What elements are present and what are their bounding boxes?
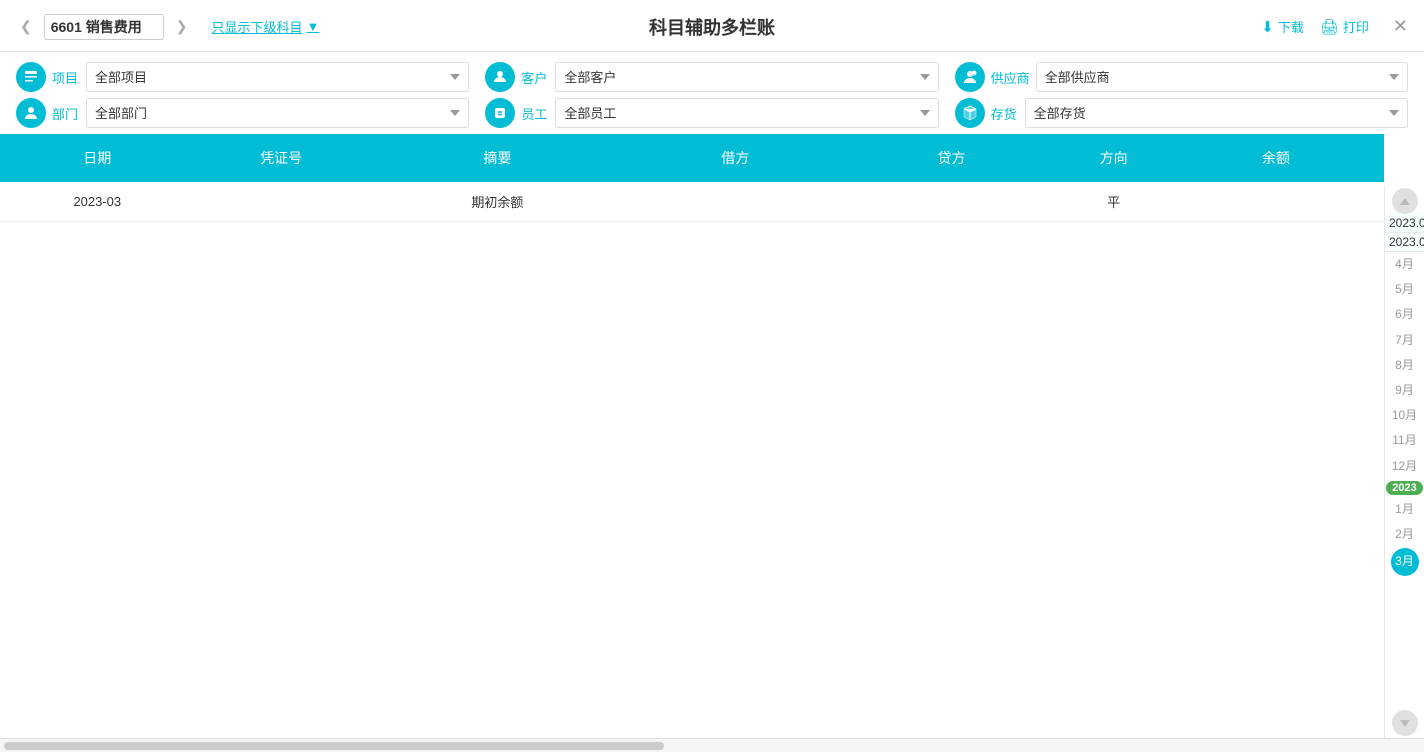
cell-credit: [843, 182, 1059, 222]
next-arrow[interactable]: ❯: [172, 16, 192, 37]
prev-arrow[interactable]: ❮: [16, 16, 36, 37]
show-sub-arrow: ▼: [306, 19, 319, 34]
sidebar-month-9[interactable]: 9月: [1385, 378, 1424, 403]
show-sub-label: 只显示下级科目: [211, 17, 302, 36]
cell-debit: [627, 182, 843, 222]
customer-label: 客户: [521, 68, 549, 87]
customer-select[interactable]: 全部客户: [555, 62, 938, 92]
col-header-balance: 余额: [1168, 134, 1384, 182]
department-select[interactable]: 全部部门: [86, 98, 469, 128]
filter-item-employee: 员工 全部员工: [485, 98, 938, 128]
title-bar-right: ⬇ 下载 🖨 打印 ✕: [1261, 16, 1408, 37]
project-icon: [16, 62, 46, 92]
download-button[interactable]: ⬇ 下载: [1261, 17, 1304, 36]
customer-icon: [485, 62, 515, 92]
department-label: 部门: [52, 104, 80, 123]
table-row[interactable]: 2023-03 期初余额 平: [0, 182, 1384, 222]
page-title: 科目辅助多栏账: [649, 14, 775, 40]
inventory-select[interactable]: 全部存货: [1025, 98, 1408, 128]
sidebar-month-8[interactable]: 8月: [1385, 353, 1424, 378]
cell-date: 2023-03: [0, 182, 195, 222]
print-label: 打印: [1343, 17, 1369, 36]
sidebar-up-arrow[interactable]: [1392, 188, 1418, 214]
year-badge: 2023: [1386, 481, 1422, 495]
inventory-label: 存货: [991, 104, 1019, 123]
sidebar-month-10[interactable]: 10月: [1385, 403, 1424, 428]
table-header-row: 日期 凭证号 摘要 借方 贷方 方向 余额: [0, 134, 1384, 182]
filter-item-project: 项目 全部项目: [16, 62, 469, 92]
account-code: 6601 销售费用: [44, 14, 164, 40]
cell-summary: 期初余额: [368, 182, 628, 222]
show-sub-toggle[interactable]: 只显示下级科目 ▼: [211, 17, 319, 36]
inventory-icon: [955, 98, 985, 128]
sidebar-month-1[interactable]: 1月: [1385, 497, 1424, 522]
filter-row-1: 项目 全部项目 客户 全部客户 + 供应商: [16, 62, 1408, 92]
horizontal-scrollbar[interactable]: [0, 738, 1424, 752]
filter-item-department: 部门 全部部门: [16, 98, 469, 128]
print-button[interactable]: 🖨 打印: [1320, 17, 1369, 36]
filter-item-customer: 客户 全部客户: [485, 62, 938, 92]
cell-direction: 平: [1060, 182, 1168, 222]
supplier-label: 供应商: [991, 68, 1030, 87]
department-icon: [16, 98, 46, 128]
col-header-voucher: 凭证号: [195, 134, 368, 182]
project-select[interactable]: 全部项目: [86, 62, 469, 92]
table-container[interactable]: 日期 凭证号 摘要 借方 贷方 方向 余额 2023-03 期初余额: [0, 134, 1384, 738]
filter-area: 项目 全部项目 客户 全部客户 + 供应商: [0, 52, 1424, 134]
ledger-table: 日期 凭证号 摘要 借方 贷方 方向 余额 2023-03 期初余额: [0, 134, 1384, 222]
scrollbar-thumb[interactable]: [4, 742, 664, 750]
filter-item-supplier: + 供应商 全部供应商: [955, 62, 1408, 92]
sidebar-month-3-active[interactable]: 3月: [1391, 548, 1419, 576]
sidebar-month-4[interactable]: 4月: [1385, 252, 1424, 277]
supplier-icon: +: [955, 62, 985, 92]
period-header-2[interactable]: 2023.03: [1385, 233, 1424, 252]
main-window: ❮ 6601 销售费用 ❯ 只显示下级科目 ▼ 科目辅助多栏账 ⬇ 下载 🖨 打…: [0, 0, 1424, 752]
title-bar-left: ❮ 6601 销售费用 ❯ 只显示下级科目 ▼: [16, 14, 319, 40]
download-icon: ⬇: [1261, 18, 1274, 36]
project-label: 项目: [52, 68, 80, 87]
col-header-direction: 方向: [1060, 134, 1168, 182]
title-bar: ❮ 6601 销售费用 ❯ 只显示下级科目 ▼ 科目辅助多栏账 ⬇ 下载 🖨 打…: [0, 0, 1424, 52]
cell-voucher: [195, 182, 368, 222]
filter-row-2: 部门 全部部门 员工 全部员工 存货: [16, 98, 1408, 128]
sidebar-month-6[interactable]: 6月: [1385, 302, 1424, 327]
col-header-credit: 贷方: [843, 134, 1059, 182]
period-header-1[interactable]: 2023.03: [1385, 214, 1424, 233]
sidebar-month-11[interactable]: 11月: [1385, 428, 1424, 453]
print-icon: 🖨: [1320, 18, 1339, 36]
employee-select[interactable]: 全部员工: [555, 98, 938, 128]
download-label: 下载: [1278, 17, 1304, 36]
employee-label: 员工: [521, 104, 549, 123]
sidebar-month-7[interactable]: 7月: [1385, 328, 1424, 353]
cell-balance: [1168, 182, 1384, 222]
employee-icon: [485, 98, 515, 128]
sidebar-down-arrow[interactable]: [1392, 710, 1418, 736]
supplier-select[interactable]: 全部供应商: [1036, 62, 1408, 92]
sidebar-month-5[interactable]: 5月: [1385, 277, 1424, 302]
right-sidebar: 2023.03 2023.03 4月 5月 6月 7月 8月 9月 10月 11…: [1384, 186, 1424, 738]
filter-item-inventory: 存货 全部存货: [955, 98, 1408, 128]
col-header-debit: 借方: [627, 134, 843, 182]
col-header-summary: 摘要: [368, 134, 628, 182]
col-header-date: 日期: [0, 134, 195, 182]
sidebar-month-list: 2023.03 2023.03 4月 5月 6月 7月 8月 9月 10月 11…: [1385, 214, 1424, 710]
sidebar-month-12[interactable]: 12月: [1385, 454, 1424, 479]
sidebar-month-2[interactable]: 2月: [1385, 522, 1424, 547]
close-button[interactable]: ✕: [1393, 16, 1408, 37]
